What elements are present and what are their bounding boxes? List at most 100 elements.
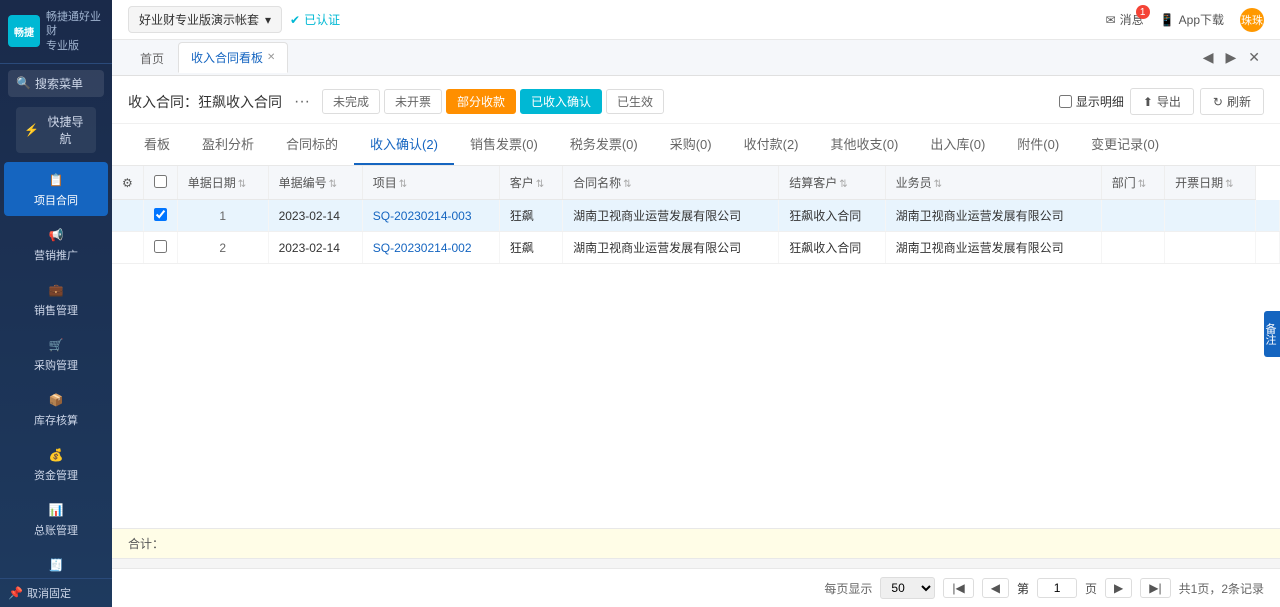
company-name: 好业财专业版演示帐套 [139,11,259,28]
col-部门[interactable]: 部门⇅ [1101,166,1164,200]
inner-tab-收入确认(2)[interactable]: 收入确认(2) [354,124,454,165]
logo-text: 畅捷通好业财专业版 [46,10,104,53]
per-page-label: 每页显示 [824,580,872,597]
tab-close-button[interactable]: ✕ [1244,47,1264,68]
tab-close-icon[interactable]: ✕ [267,52,275,63]
message-button[interactable]: ✉ 消息 1 [1106,11,1144,28]
quick-nav-button[interactable]: ⚡ 快捷导航 [16,107,96,153]
sidebar: 畅捷 畅捷通好业财专业版 🔍 搜索菜单 ⚡ 快捷导航 📋项目合同📢营销推广💼销售… [0,0,112,607]
row-checkbox[interactable] [154,240,167,253]
inner-tab-销售发票(0)[interactable]: 销售发票(0) [454,124,554,165]
company-selector[interactable]: 好业财专业版演示帐套 ▾ [128,6,282,33]
app-download-button[interactable]: 📱 App下载 [1160,11,1224,28]
topbar: 好业财专业版演示帐套 ▾ ✔ 已认证 ✉ 消息 1 📱 App下载 珠珠 [112,0,1280,40]
sidebar-item-总账管理[interactable]: 📊总账管理 [4,492,108,546]
sidebar-item-销售管理[interactable]: 💼销售管理 [4,272,108,326]
inner-tab-收付款(2)[interactable]: 收付款(2) [728,124,815,165]
sidebar-item-label: 库存核算 [34,412,78,428]
tab-forward-button[interactable]: ▶ [1221,47,1240,68]
table-row[interactable]: 1 2023-02-14 SQ-20230214-003 狂飙 湖南卫视商业运营… [112,200,1280,232]
col-结算客户[interactable]: 结算客户⇅ [779,166,885,200]
inner-tab-盈利分析[interactable]: 盈利分析 [186,124,270,165]
horizontal-scrollbar[interactable] [112,558,1280,568]
per-page-select[interactable]: 50 100 200 [880,577,935,599]
status-btn-已收入确认[interactable]: 已收入确认 [520,89,602,114]
show-detail-label: 显示明细 [1076,93,1124,110]
tab-收入合同看板[interactable]: 收入合同看板 ✕ [178,42,288,73]
status-btn-已生效[interactable]: 已生效 [606,89,664,114]
col-客户[interactable]: 客户⇅ [499,166,562,200]
search-menu-button[interactable]: 🔍 搜索菜单 [8,70,104,97]
sidebar-search-section: 🔍 搜索菜单 [0,64,112,103]
nav-icon: 🧾 [46,555,66,575]
inner-tab-看板[interactable]: 看板 [128,124,186,165]
sidebar-item-项目合同[interactable]: 📋项目合同 [4,162,108,216]
prev-page-button[interactable]: ◀ [982,578,1009,598]
inner-tab-变更记录(0)[interactable]: 变更记录(0) [1075,124,1175,165]
sidebar-item-库存核算[interactable]: 📦库存核算 [4,382,108,436]
last-page-button[interactable]: ▶| [1140,578,1170,598]
more-options-button[interactable]: ··· [294,93,310,111]
col-合同名称[interactable]: 合同名称⇅ [563,166,779,200]
tab-back-button[interactable]: ◀ [1199,47,1218,68]
page-title-row: 收入合同：狂飙收入合同 ··· 未完成未开票部分收款已收入确认已生效 显示明细 … [128,88,1264,115]
sort-icon: ⇅ [399,179,407,190]
user-profile[interactable]: 珠珠 [1240,8,1264,32]
next-page-button[interactable]: ▶ [1105,578,1132,598]
show-detail-checkbox-label[interactable]: 显示明细 [1059,93,1124,110]
row-number-link[interactable]: SQ-20230214-002 [373,241,472,255]
settings-icon[interactable]: ⚙ [122,176,133,190]
content-area: 收入合同：狂飙收入合同 ··· 未完成未开票部分收款已收入确认已生效 显示明细 … [112,76,1280,607]
inner-tab-附件(0)[interactable]: 附件(0) [1001,124,1075,165]
col-开票日期[interactable]: 开票日期⇅ [1165,166,1256,200]
first-page-button[interactable]: |◀ [943,578,973,598]
row-department [1165,232,1256,264]
refresh-icon: ↻ [1213,95,1223,109]
avatar: 珠珠 [1240,8,1264,32]
sidebar-item-发票管理[interactable]: 🧾发票管理 [4,547,108,578]
col-项目[interactable]: 项目⇅ [362,166,499,200]
sidebar-item-label: 资金管理 [34,467,78,483]
inner-tab-出入库(0)[interactable]: 出入库(0) [914,124,1001,165]
row-checkbox-cell[interactable] [143,200,177,232]
row-billing-customer: 湖南卫视商业运营发展有限公司 [885,200,1101,232]
sort-icon: ⇅ [536,179,544,190]
inner-tab-采购(0)[interactable]: 采购(0) [654,124,728,165]
nav-icon: 📢 [46,225,66,245]
tab-bar: 首页收入合同看板 ✕ ◀ ▶ ✕ [112,40,1280,76]
status-btn-部分收款[interactable]: 部分收款 [446,89,516,114]
table-row[interactable]: 2 2023-02-14 SQ-20230214-002 狂飙 湖南卫视商业运营… [112,232,1280,264]
tab-首页[interactable]: 首页 [128,44,176,73]
page-input[interactable] [1037,578,1077,598]
sidebar-item-资金管理[interactable]: 💰资金管理 [4,437,108,491]
row-project: 狂飙 [499,200,562,232]
col-业务员[interactable]: 业务员⇅ [885,166,1101,200]
pagination: 每页显示 50 100 200 |◀ ◀ 第 页 ▶ ▶| 共1页，2条记录 [112,568,1280,607]
sidebar-item-采购管理[interactable]: 🛒采购管理 [4,327,108,381]
export-button[interactable]: ⬆ 导出 [1130,88,1194,115]
select-all-checkbox[interactable] [154,175,167,188]
col-单据编号[interactable]: 单据编号⇅ [268,166,362,200]
status-btn-未开票[interactable]: 未开票 [384,89,442,114]
inner-tab-其他收支(0)[interactable]: 其他收支(0) [815,124,915,165]
inner-tabs: 看板盈利分析合同标的收入确认(2)销售发票(0)税务发票(0)采购(0)收付款(… [112,124,1280,166]
row-number-link[interactable]: SQ-20230214-003 [373,209,472,223]
col-单据日期[interactable]: 单据日期⇅ [177,166,268,200]
sidebar-item-营销推广[interactable]: 📢营销推广 [4,217,108,271]
inner-tab-合同标的[interactable]: 合同标的 [270,124,354,165]
side-note-button[interactable]: 备注 [1264,311,1280,357]
show-detail-checkbox[interactable] [1059,95,1072,108]
sort-icon: ⇅ [839,179,847,190]
search-icon: 🔍 [16,76,31,90]
nav-icon: 📋 [46,170,66,190]
status-btn-未完成[interactable]: 未完成 [322,89,380,114]
download-icon: 📱 [1160,13,1175,27]
table-container: ⚙单据日期⇅单据编号⇅项目⇅客户⇅合同名称⇅结算客户⇅业务员⇅部门⇅开票日期⇅ … [112,166,1280,528]
refresh-button[interactable]: ↻ 刷新 [1200,88,1264,115]
pin-button[interactable]: 📌 取消固定 [0,578,112,607]
row-checkbox-cell[interactable] [143,232,177,264]
row-gear-cell [112,232,143,264]
sidebar-item-label: 销售管理 [34,302,78,318]
row-checkbox[interactable] [154,208,167,221]
inner-tab-税务发票(0)[interactable]: 税务发票(0) [554,124,654,165]
